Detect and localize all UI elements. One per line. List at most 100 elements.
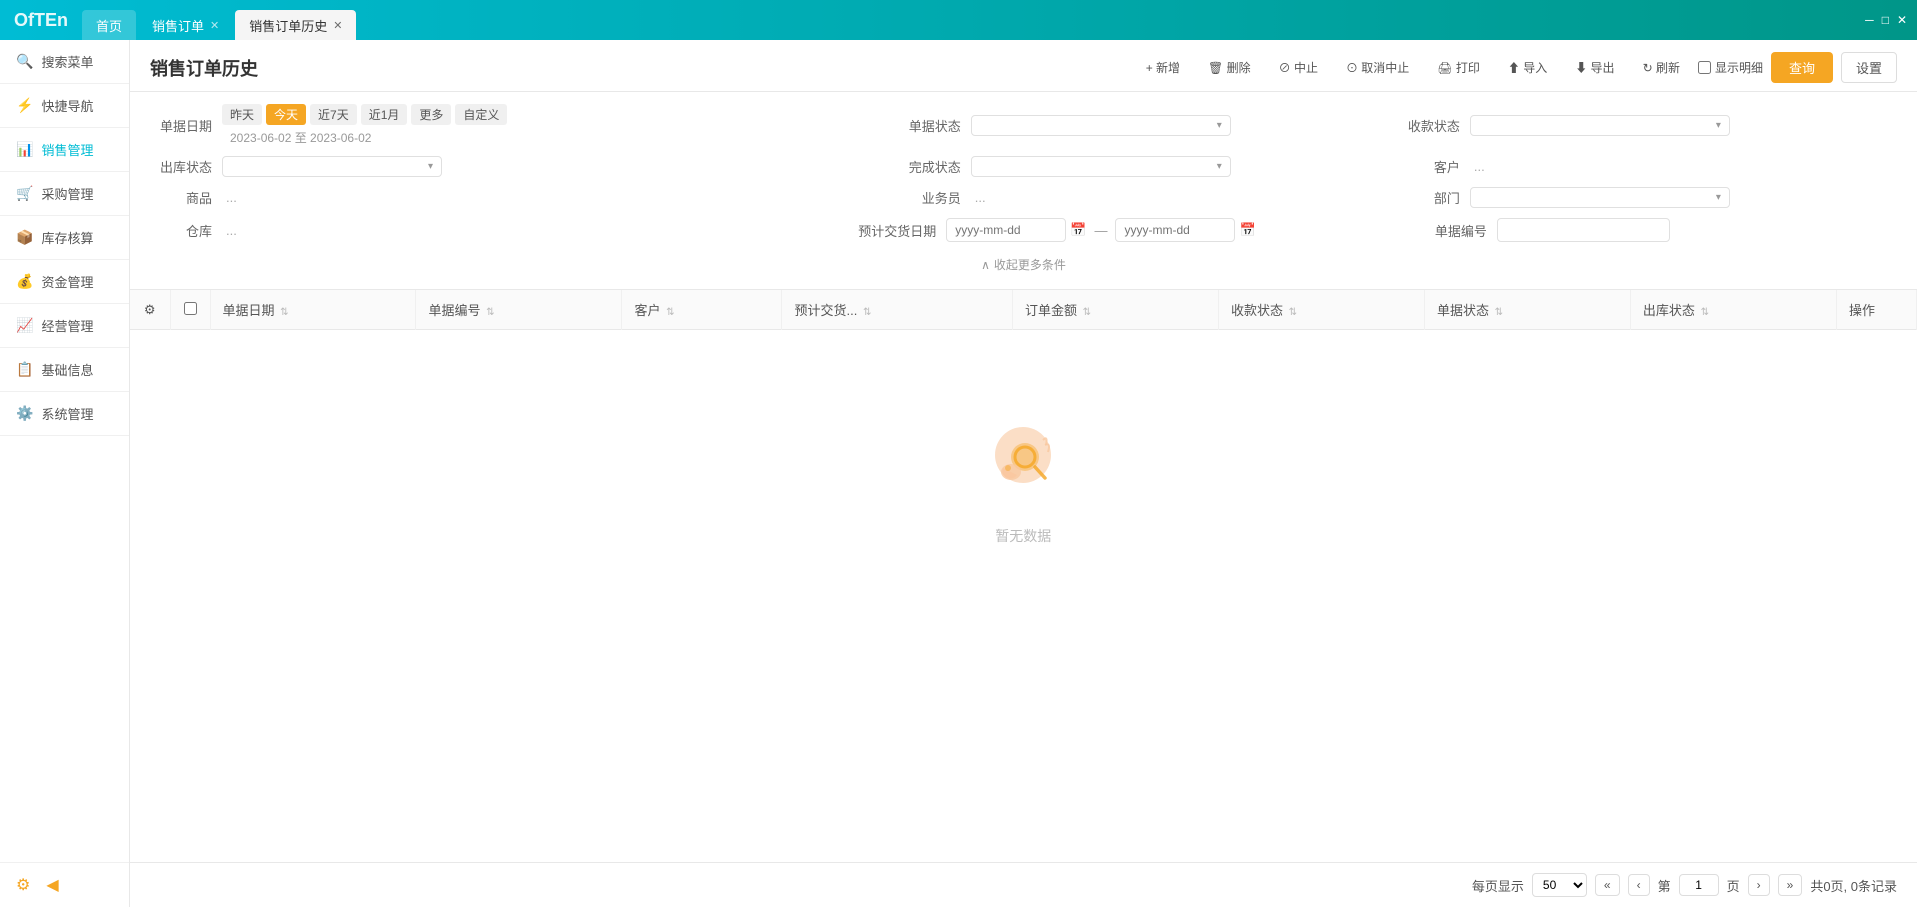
sidebar-settings-icon[interactable]: ⚙	[16, 875, 30, 895]
receipt-status-label: 收款状态	[1398, 116, 1470, 135]
th-operation: 操作	[1837, 290, 1917, 330]
sidebar-item-operations-label: 经营管理	[41, 316, 93, 335]
settings-button[interactable]: 设置	[1841, 52, 1897, 83]
th-outbound-status[interactable]: 出库状态 ⇅	[1630, 290, 1836, 330]
th-bill-no[interactable]: 单据编号 ⇅	[416, 290, 622, 330]
date-chip-today[interactable]: 今天	[266, 104, 306, 125]
last-page-button[interactable]: »	[1778, 874, 1803, 896]
stop-button[interactable]: ⊘ 中止	[1269, 54, 1328, 81]
sidebar-item-operations[interactable]: 📈 经营管理	[0, 304, 129, 348]
sidebar-item-basic-info[interactable]: 📋 基础信息	[0, 348, 129, 392]
tab-sales-order[interactable]: 销售订单 ✕	[138, 10, 233, 40]
bill-no-input[interactable]	[1497, 218, 1670, 242]
product-select[interactable]: ...	[222, 190, 241, 205]
operations-icon: 📈	[16, 317, 33, 334]
sidebar-item-purchase-mgmt[interactable]: 🛒 采购管理	[0, 172, 129, 216]
sidebar-item-capital[interactable]: 💰 资金管理	[0, 260, 129, 304]
maximize-btn[interactable]: □	[1882, 13, 1889, 27]
query-button[interactable]: 查询	[1771, 52, 1833, 83]
per-page-label: 每页显示	[1472, 876, 1524, 895]
select-all-checkbox[interactable]	[184, 302, 197, 315]
new-button[interactable]: + 新增	[1136, 54, 1190, 81]
page-input[interactable]	[1679, 874, 1719, 896]
th-customer[interactable]: 客户 ⇅	[622, 290, 782, 330]
th-bill-status[interactable]: 单据状态 ⇅	[1424, 290, 1630, 330]
filter-cell-customer: 客户 ...	[1398, 157, 1897, 176]
date-chip-1month[interactable]: 近1月	[361, 104, 408, 125]
th-delivery-date[interactable]: 预计交货... ⇅	[782, 290, 1013, 330]
outbound-status-label: 出库状态	[150, 157, 222, 176]
next-page-button[interactable]: ›	[1748, 874, 1770, 896]
sidebar-item-inventory[interactable]: 📦 库存核算	[0, 216, 129, 260]
table-header-row: ⚙ 单据日期 ⇅ 单据编号 ⇅	[130, 290, 1917, 330]
th-customer-sort-icon[interactable]: ⇅	[666, 307, 674, 318]
complete-status-select[interactable]: ▾	[971, 156, 1231, 177]
export-button[interactable]: ⬇ 导出	[1565, 54, 1624, 81]
filter-cell-date: 单据日期 昨天 今天 近7天 近1月 更多 自定义 2023-06-02 至 2…	[150, 104, 899, 146]
product-label: 商品	[150, 188, 222, 207]
th-bill-status-sort-icon[interactable]: ⇅	[1495, 307, 1503, 318]
close-btn[interactable]: ✕	[1897, 13, 1907, 27]
delivery-date-end-cal-icon[interactable]: 📅	[1239, 222, 1255, 238]
delivery-date-start-cal-icon[interactable]: 📅	[1070, 222, 1086, 238]
date-chip-custom[interactable]: 自定义	[455, 104, 507, 125]
sidebar-item-sales-mgmt[interactable]: 📊 销售管理	[0, 128, 129, 172]
th-outbound-status-sort-icon[interactable]: ⇅	[1701, 307, 1709, 318]
delivery-date-end-input[interactable]	[1115, 218, 1235, 242]
outbound-status-select[interactable]: ▾	[222, 156, 442, 177]
customer-select[interactable]: ...	[1470, 159, 1489, 174]
date-chip-7days[interactable]: 近7天	[310, 104, 357, 125]
th-settings[interactable]: ⚙	[130, 290, 170, 330]
empty-text: 暂无数据	[995, 526, 1051, 546]
display-detail-checkbox[interactable]	[1698, 61, 1711, 74]
th-order-amount-label: 订单金额	[1025, 303, 1077, 318]
department-select[interactable]: ▾	[1470, 187, 1730, 208]
system-mgmt-icon: ⚙️	[16, 405, 33, 422]
th-delivery-date-sort-icon[interactable]: ⇅	[863, 307, 871, 318]
th-receipt-status-label: 收款状态	[1231, 303, 1283, 318]
receipt-status-select[interactable]: ▾	[1470, 115, 1730, 136]
sidebar-item-search-menu[interactable]: 🔍 搜索菜单	[0, 40, 129, 84]
filter-cell-salesperson: 业务员 ...	[899, 188, 1398, 207]
tab-sales-order-history[interactable]: 销售订单历史 ✕	[235, 10, 356, 40]
refresh-button[interactable]: ↻ 刷新	[1633, 54, 1690, 81]
delete-button[interactable]: 🗑 删除	[1198, 54, 1261, 81]
th-bill-date[interactable]: 单据日期 ⇅	[210, 290, 416, 330]
window-controls: ─ □ ✕	[1865, 13, 1907, 27]
per-page-select[interactable]: 50 10 20 100	[1532, 873, 1587, 897]
salesperson-select[interactable]: ...	[971, 190, 990, 205]
th-order-amount-sort-icon[interactable]: ⇅	[1083, 307, 1091, 318]
sidebar-item-quick-nav[interactable]: ⚡ 快捷导航	[0, 84, 129, 128]
prev-page-button[interactable]: ‹	[1628, 874, 1650, 896]
tab-home[interactable]: 首页	[82, 10, 136, 40]
delivery-date-start-input[interactable]	[946, 218, 1066, 242]
th-receipt-status[interactable]: 收款状态 ⇅	[1218, 290, 1424, 330]
display-detail-checkbox-label[interactable]: 显示明细	[1698, 59, 1763, 76]
print-button[interactable]: 🖨 打印	[1427, 54, 1490, 81]
basic-info-icon: 📋	[16, 361, 33, 378]
th-checkbox[interactable]	[170, 290, 210, 330]
content-area: 销售订单历史 + 新增 🗑 删除 ⊘ 中止 ⊙ 取消中止 🖨 打印 ⬆ 导入 ⬇…	[130, 40, 1917, 907]
collapse-label: 收起更多条件	[994, 256, 1066, 273]
sidebar-item-system-mgmt[interactable]: ⚙️ 系统管理	[0, 392, 129, 436]
first-page-button[interactable]: «	[1595, 874, 1620, 896]
sidebar-collapse-icon[interactable]: ◀	[46, 875, 58, 895]
date-chip-more[interactable]: 更多	[411, 104, 451, 125]
quick-nav-icon: ⚡	[16, 97, 33, 114]
warehouse-select[interactable]: ...	[222, 223, 241, 238]
cancel-stop-button[interactable]: ⊙ 取消中止	[1336, 54, 1419, 81]
tab-sales-order-history-close[interactable]: ✕	[333, 19, 342, 32]
warehouse-label: 仓库	[150, 221, 222, 240]
collapse-row[interactable]: ∧ 收起更多条件	[150, 252, 1897, 277]
th-order-amount[interactable]: 订单金额 ⇅	[1012, 290, 1218, 330]
table-settings-icon[interactable]: ⚙	[144, 302, 156, 317]
th-bill-no-sort-icon[interactable]: ⇅	[486, 307, 494, 318]
date-chip-yesterday[interactable]: 昨天	[222, 104, 262, 125]
minimize-btn[interactable]: ─	[1865, 13, 1874, 27]
import-button[interactable]: ⬆ 导入	[1498, 54, 1557, 81]
th-bill-no-label: 单据编号	[428, 303, 480, 318]
tab-sales-order-close[interactable]: ✕	[210, 19, 219, 32]
bill-status-select[interactable]: ▾	[971, 115, 1231, 136]
th-bill-date-sort-icon[interactable]: ⇅	[280, 307, 288, 318]
th-receipt-status-sort-icon[interactable]: ⇅	[1289, 307, 1297, 318]
